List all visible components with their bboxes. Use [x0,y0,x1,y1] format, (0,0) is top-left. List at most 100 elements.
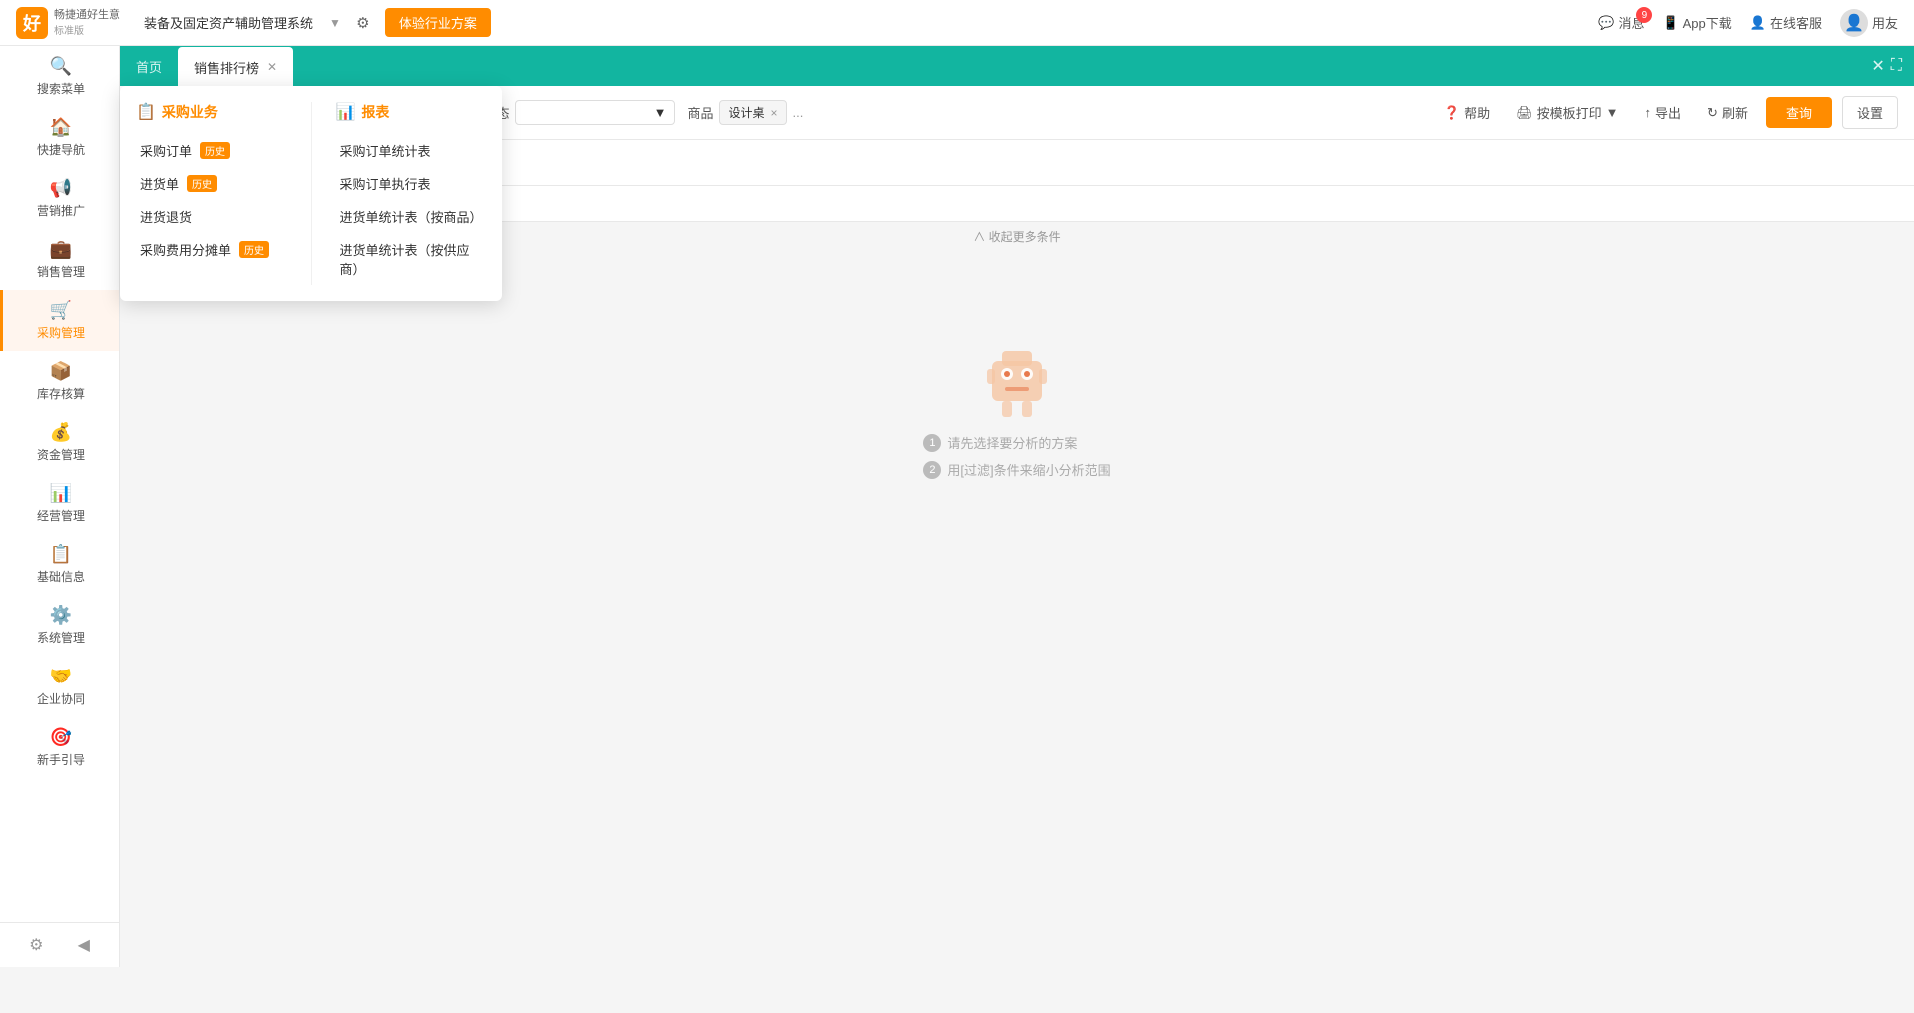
sidebar-item-quick-nav[interactable]: 🏠 快捷导航 [0,107,119,168]
goods-tag-remove[interactable]: × [771,106,778,120]
system-dropdown-arrow[interactable]: ▼ [329,16,341,30]
logo-title: 畅捷通好生意 [54,8,120,22]
app-download-label: App下载 [1683,13,1732,32]
export-btn[interactable]: ↑ 导出 [1637,99,1690,126]
purchase-order-history-badge: 历史 [200,142,230,159]
refresh-btn[interactable]: ↻ 刷新 [1699,99,1756,126]
report-col-label: 报表 [361,102,389,122]
sidebar-label-inventory: 库存核算 [37,385,85,402]
sidebar-label-operations: 经营管理 [37,507,85,524]
empty-illustration [967,331,1067,421]
dropdown-columns: 📋 采购业务 采购订单 历史 进货单 历史 进货退货 采购费用分摊单 历史 [136,102,486,285]
tab-sales-rank[interactable]: 销售排行榜 ✕ [178,47,293,87]
sidebar-item-search[interactable]: 🔍 搜索菜单 [0,46,119,107]
top-header: 好 畅捷通好生意 标准版 装备及固定资产辅助管理系统 ▼ ⚙ 体验行业方案 💬 … [0,0,1914,46]
guide-icon: 🎯 [50,727,72,748]
user-action[interactable]: 👤 用友 [1840,9,1898,37]
step-1-circle: 1 [923,434,941,452]
sidebar-label-enterprise: 企业协同 [37,690,85,707]
step-1-text: 请先选择要分析的方案 [947,433,1077,452]
sidebar-label-purchase: 采购管理 [37,324,85,341]
purchase-expense-history-badge: 历史 [239,241,269,258]
industry-btn[interactable]: 体验行业方案 [385,8,491,37]
sidebar-label-quick-nav: 快捷导航 [37,141,85,158]
sidebar-item-system[interactable]: ⚙️ 系统管理 [0,595,119,656]
doc-status-value[interactable]: ▼ [515,100,675,125]
purchase-order-exec-label: 采购订单执行表 [340,174,431,193]
sidebar-item-inventory[interactable]: 📦 库存核算 [0,351,119,412]
finance-icon: 💰 [50,422,72,443]
sidebar-item-purchase[interactable]: 🛒 采购管理 [0,290,119,351]
inbound-stat-goods-label: 进货单统计表（按商品） [340,207,483,226]
purchase-col-title: 📋 采购业务 [136,102,287,122]
menu-item-purchase-order-exec[interactable]: 采购订单执行表 [336,167,487,200]
operations-icon: 📊 [50,483,72,504]
sidebar-label-sales: 销售管理 [37,263,85,280]
set-btn[interactable]: 设置 [1842,96,1898,129]
empty-step-2: 2 用[过滤]条件来缩小分析范围 [923,460,1110,479]
step-2-text: 用[过滤]条件来缩小分析范围 [947,460,1110,479]
report-col-title: 📊 报表 [336,102,487,122]
empty-step-1: 1 请先选择要分析的方案 [923,433,1110,452]
inbound-history-badge: 历史 [187,175,217,192]
step-2-circle: 2 [923,461,941,479]
sidebar-item-finance[interactable]: 💰 资金管理 [0,412,119,473]
sidebar-label-finance: 资金管理 [37,446,85,463]
purchase-col-label: 采购业务 [162,102,218,122]
sidebar-item-marketing[interactable]: 📢 营销推广 [0,168,119,229]
service-icon: 👤 [1750,15,1766,31]
sidebar-label-marketing: 营销推广 [37,202,85,219]
tab-home[interactable]: 首页 [120,46,178,86]
menu-item-inbound[interactable]: 进货单 历史 [136,167,287,200]
app-download-action[interactable]: 📱 App下载 [1662,13,1731,32]
sidebar-item-sales[interactable]: 💼 销售管理 [0,229,119,290]
inbound-stat-supplier-label: 进货单统计表（按供应商） [340,240,483,278]
menu-item-purchase-order[interactable]: 采购订单 历史 [136,134,287,167]
menu-item-inbound-stat-goods[interactable]: 进货单统计表（按商品） [336,200,487,233]
report-col-icon: 📊 [336,102,356,122]
sidebar-item-enterprise[interactable]: 🤝 企业协同 [0,656,119,717]
query-btn[interactable]: 查询 [1766,97,1832,128]
marketing-icon: 📢 [50,178,72,199]
print-label: 按模板打印 [1537,103,1602,122]
export-icon: ↑ [1645,105,1652,120]
print-template-btn[interactable]: 🖨 按模板打印 ▼ [1508,99,1626,126]
basic-info-icon: 📋 [50,544,72,565]
system-icon: ⚙️ [50,605,72,626]
purchase-order-label: 采购订单 [140,141,192,160]
sidebar-settings-btn[interactable]: ⚙ [29,935,43,955]
message-action[interactable]: 💬 消息 9 [1598,13,1644,32]
purchase-dropdown-menu: 📋 采购业务 采购订单 历史 进货单 历史 进货退货 采购费用分摊单 历史 [120,86,502,301]
goods-tag: 设计桌 × [719,100,786,125]
sidebar-item-operations[interactable]: 📊 经营管理 [0,473,119,534]
menu-item-inbound-return[interactable]: 进货退货 [136,200,287,233]
logo-text-block: 畅捷通好生意 标准版 [54,8,120,37]
tab-close-icon[interactable]: ✕ [267,60,277,74]
tab-close-all-btn[interactable]: ✕ [1871,56,1884,76]
sidebar-collapse-btn[interactable]: ◀ [78,935,90,955]
menu-item-purchase-expense[interactable]: 采购费用分摊单 历史 [136,233,287,266]
help-btn[interactable]: ❓ 帮助 [1436,99,1498,126]
menu-item-inbound-stat-supplier[interactable]: 进货单统计表（按供应商） [336,233,487,285]
system-settings-btn[interactable]: ⚙ [349,9,377,37]
enterprise-icon: 🤝 [50,666,72,687]
logo-icon: 好 [16,7,48,39]
doc-status-arrow: ▼ [654,105,667,120]
divider-v [311,102,312,285]
tab-fullscreen-btn[interactable]: ⛶ [1891,57,1902,75]
purchase-expense-label: 采购费用分摊单 [140,240,231,259]
sidebar-item-basic-info[interactable]: 📋 基础信息 [0,534,119,595]
goods-tag-text: 设计桌 [728,104,764,121]
logo-area: 好 畅捷通好生意 标准版 [16,7,136,39]
sidebar-bottom: ⚙ ◀ [0,922,119,967]
collapse-icon: ∧ [973,230,985,244]
refresh-icon: ↻ [1707,105,1718,121]
empty-steps: 1 请先选择要分析的方案 2 用[过滤]条件来缩小分析范围 [923,433,1110,479]
sidebar-item-guide[interactable]: 🎯 新手引导 [0,717,119,778]
goods-more-btn[interactable]: ... [793,105,804,120]
user-label: 用友 [1872,13,1898,32]
home-icon: 🏠 [50,117,72,138]
purchase-col-icon: 📋 [136,102,156,122]
online-service-action[interactable]: 👤 在线客服 [1750,13,1822,32]
menu-item-purchase-order-stat[interactable]: 采购订单统计表 [336,134,487,167]
